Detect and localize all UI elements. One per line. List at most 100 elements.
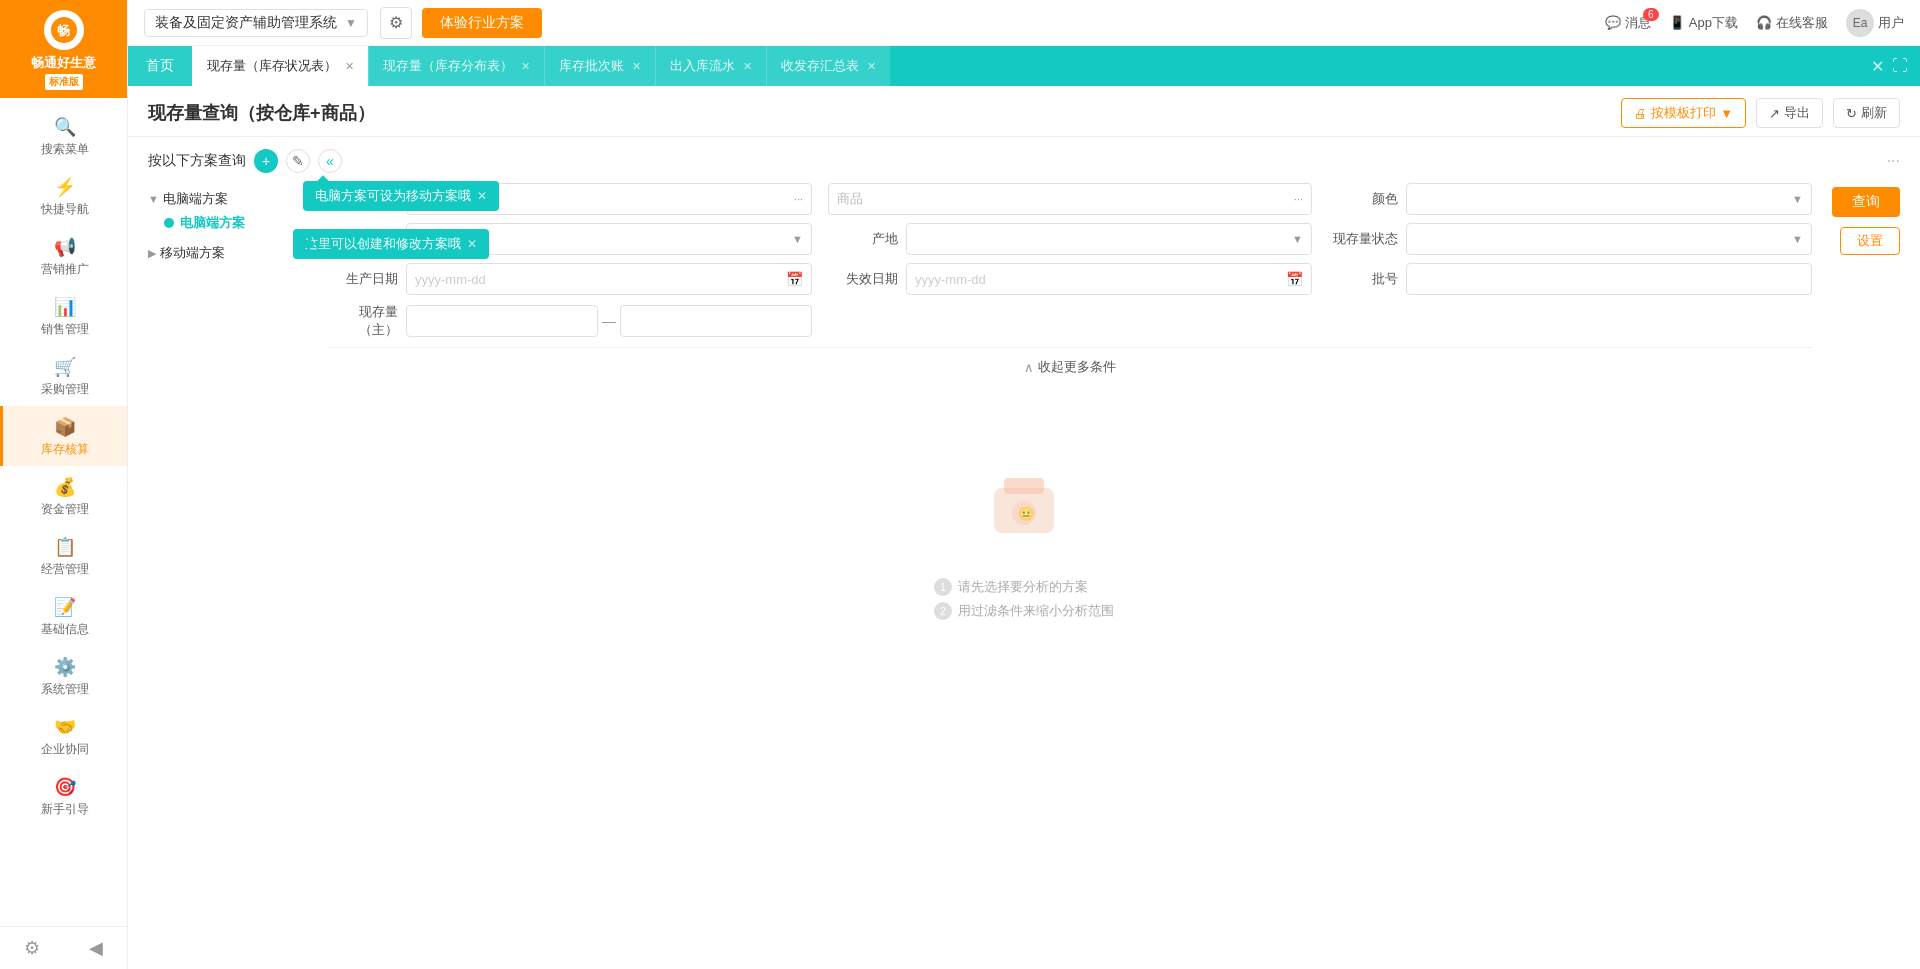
batch-input[interactable] — [1406, 263, 1812, 295]
app-download-label: App下载 — [1689, 14, 1738, 32]
collapse-more-btn[interactable]: ∧ 收起更多条件 — [328, 347, 1812, 386]
refresh-icon: ↻ — [1846, 106, 1857, 121]
sidebar-item-label: 采购管理 — [41, 381, 89, 398]
expiry-date-input[interactable]: yyyy-mm-dd 📅 — [906, 263, 1312, 295]
tab-in-out-flow[interactable]: 出入库流水 ✕ — [655, 46, 766, 86]
user-label: 用户 — [1878, 14, 1904, 32]
pc-scheme-group[interactable]: ▼ 电脑端方案 — [148, 187, 308, 211]
sidebar-item-label: 企业协同 — [41, 741, 89, 758]
tab-inventory-dist[interactable]: 现存量（库存分布表） ✕ — [368, 46, 544, 86]
top-header: 装备及固定资产辅助管理系统 ▼ ⚙ 体验行业方案 💬 消息 6 📱 App下载 … — [128, 0, 1920, 46]
settings-bottom-btn[interactable]: ⚙ — [24, 937, 40, 959]
filter-expiry-date: 失效日期 yyyy-mm-dd 📅 — [828, 263, 1312, 295]
sidebar-item-operations[interactable]: 📋 经营管理 — [0, 526, 127, 586]
sidebar-item-label: 销售管理 — [41, 321, 89, 338]
svg-rect-3 — [1004, 478, 1044, 494]
tab-close-all-icon[interactable]: ✕ — [1871, 57, 1884, 76]
printer-icon: 🖨 — [1634, 106, 1647, 121]
online-support-btn[interactable]: 🎧 在线客服 — [1756, 14, 1828, 32]
system-selector[interactable]: 装备及固定资产辅助管理系统 ▼ — [144, 9, 368, 37]
sidebar-item-label: 经营管理 — [41, 561, 89, 578]
pc-schemes: 电脑端方案 — [164, 211, 308, 235]
sidebar-item-guide[interactable]: 🎯 新手引导 — [0, 766, 127, 826]
tab-batch-ledger[interactable]: 库存批次账 ✕ — [544, 46, 655, 86]
system-name: 装备及固定资产辅助管理系统 — [155, 14, 337, 32]
sidebar-item-finance[interactable]: 💰 资金管理 — [0, 466, 127, 526]
chevron-down-icon: ··· — [1294, 193, 1303, 205]
filter-origin: 产地 ▼ — [828, 223, 1312, 255]
tab-batch-ledger-label: 库存批次账 — [559, 57, 624, 75]
gear-button[interactable]: ⚙ — [380, 7, 412, 39]
back-btn[interactable]: « — [318, 149, 342, 173]
pc-scheme-item[interactable]: 电脑端方案 — [164, 211, 308, 235]
tab-home[interactable]: 首页 — [128, 46, 192, 86]
svg-text:😐: 😐 — [1018, 505, 1035, 522]
empty-tip-1: 1 请先选择要分析的方案 — [934, 578, 1114, 596]
tooltip-close-btn-2[interactable]: ✕ — [467, 237, 477, 251]
product-select[interactable]: 商品 ··· — [828, 183, 1312, 215]
tip-text-1: 请先选择要分析的方案 — [958, 578, 1088, 596]
tab-close-icon[interactable]: ✕ — [743, 60, 752, 73]
avatar: Ea — [1846, 9, 1874, 37]
sidebar-item-quick[interactable]: ⚡ 快捷导航 — [0, 166, 127, 226]
print-btn[interactable]: 🖨 按模板打印 ▼ — [1621, 98, 1746, 128]
search-icon: 🔍 — [54, 116, 76, 138]
tab-inventory-status[interactable]: 现存量（库存状况表） ✕ — [192, 46, 368, 86]
origin-select[interactable]: ▼ — [906, 223, 1312, 255]
production-date-input[interactable]: yyyy-mm-dd 📅 — [406, 263, 812, 295]
more-options-icon[interactable]: ··· — [1887, 152, 1900, 170]
stock-status-select[interactable]: ▼ — [1406, 223, 1812, 255]
page-header: 现存量查询（按仓库+商品） 🖨 按模板打印 ▼ ↗ 导出 ↻ 刷新 — [128, 86, 1920, 137]
sidebar-item-system[interactable]: ⚙️ 系统管理 — [0, 646, 127, 706]
chevron-down-icon: ▼ — [1792, 193, 1803, 205]
stock-main-max[interactable] — [620, 305, 812, 337]
message-btn[interactable]: 💬 消息 6 — [1605, 14, 1651, 32]
search-actions: 查询 设置 — [1832, 183, 1900, 386]
tab-close-icon[interactable]: ✕ — [521, 60, 530, 73]
sidebar-item-label: 基础信息 — [41, 621, 89, 638]
mobile-scheme-group[interactable]: ▶ 移动端方案 — [148, 241, 308, 265]
dropdown-arrow-icon: ▼ — [345, 16, 357, 30]
color-label: 颜色 — [1328, 190, 1398, 208]
phone-icon: 📱 — [1669, 15, 1685, 30]
filter-title: 按以下方案查询 — [148, 152, 246, 170]
tab-close-icon[interactable]: ✕ — [632, 60, 641, 73]
app-download-btn[interactable]: 📱 App下载 — [1669, 14, 1738, 32]
scheme-tree-area: ▼ 电脑端方案 电脑端方案 ▶ 移动端方案 — [148, 183, 1900, 386]
sidebar: 畅 畅通好生意 标准版 🔍 搜索菜单 ⚡ 快捷导航 📢 营销推广 📊 销售管理 … — [0, 0, 128, 969]
filter-grid-wrapper: ··· ··· 商品 ··· — [328, 183, 1812, 386]
sidebar-item-purchase[interactable]: 🛒 采购管理 — [0, 346, 127, 406]
tab-close-icon[interactable]: ✕ — [345, 60, 354, 73]
sidebar-item-inventory[interactable]: 📦 库存核算 — [0, 406, 127, 466]
collapse-sidebar-btn[interactable]: ◀ — [89, 937, 103, 959]
tab-expand-icon[interactable]: ⛶ — [1892, 57, 1908, 75]
refresh-btn[interactable]: ↻ 刷新 — [1833, 98, 1900, 128]
tab-close-icon[interactable]: ✕ — [867, 60, 876, 73]
operations-icon: 📋 — [54, 536, 76, 558]
main-area: 装备及固定资产辅助管理系统 ▼ ⚙ 体验行业方案 💬 消息 6 📱 App下载 … — [128, 0, 1920, 969]
user-btn[interactable]: Ea 用户 — [1846, 9, 1904, 37]
search-button[interactable]: 查询 — [1832, 187, 1900, 217]
filter-row-1: ··· ··· 商品 ··· — [328, 183, 1812, 215]
sidebar-item-basic[interactable]: 📝 基础信息 — [0, 586, 127, 646]
print-label: 按模板打印 — [1651, 104, 1716, 122]
edit-scheme-btn[interactable]: ✎ — [286, 149, 310, 173]
set-button[interactable]: 设置 — [1840, 227, 1900, 255]
stock-main-min[interactable] — [406, 305, 598, 337]
tooltip-close-btn[interactable]: ✕ — [477, 189, 487, 203]
page-inner: 现存量查询（按仓库+商品） 🖨 按模板打印 ▼ ↗ 导出 ↻ 刷新 — [128, 86, 1920, 969]
sidebar-item-search[interactable]: 🔍 搜索菜单 — [0, 106, 127, 166]
filter-header: 按以下方案查询 + ✎ « 电脑方案可设为移动方案哦 ✕ 这里可以创建和修改方案… — [148, 149, 1900, 173]
basic-icon: 📝 — [54, 596, 76, 618]
logo-text: 畅通好生意 — [31, 54, 96, 72]
color-select[interactable]: ▼ — [1406, 183, 1812, 215]
sidebar-item-sales[interactable]: 📊 销售管理 — [0, 286, 127, 346]
export-btn[interactable]: ↗ 导出 — [1756, 98, 1823, 128]
sidebar-item-enterprise[interactable]: 🤝 企业协同 — [0, 706, 127, 766]
pc-scheme-name: 电脑端方案 — [180, 214, 245, 232]
sidebar-item-marketing[interactable]: 📢 营销推广 — [0, 226, 127, 286]
tab-receive-summary[interactable]: 收发存汇总表 ✕ — [766, 46, 890, 86]
scheme-dot — [164, 218, 174, 228]
try-industry-button[interactable]: 体验行业方案 — [422, 8, 542, 38]
add-scheme-btn[interactable]: + — [254, 149, 278, 173]
